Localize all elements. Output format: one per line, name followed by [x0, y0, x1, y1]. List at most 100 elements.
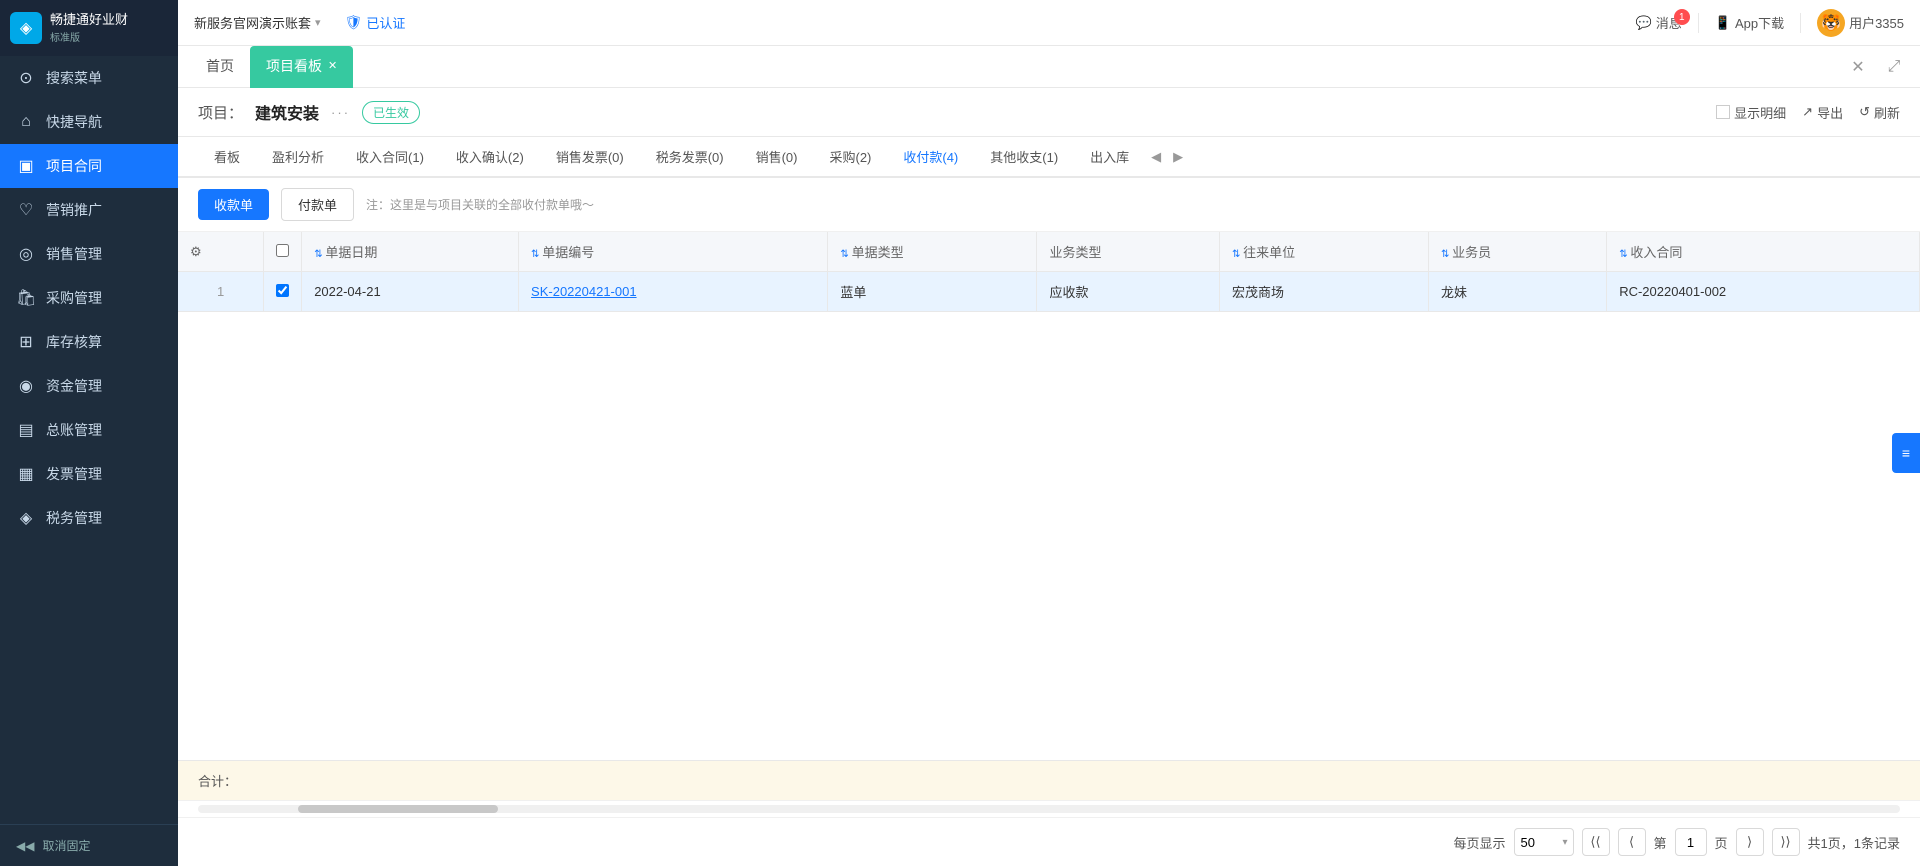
row-checkbox-0[interactable]: [276, 284, 289, 297]
col-header-number[interactable]: ⇅ 单据编号: [519, 232, 828, 272]
row-number-0[interactable]: SK-20220421-001: [519, 272, 828, 312]
col-header-income_contract[interactable]: ⇅ 收入合同: [1607, 232, 1920, 272]
sub-tab-label-income-contract: 收入合同(1): [356, 150, 424, 165]
project-name: 建筑安装: [255, 100, 319, 124]
page-label2: 页: [1715, 833, 1728, 852]
col-header-partner[interactable]: ⇅ 往来单位: [1219, 232, 1428, 272]
scroll-thumb[interactable]: [298, 805, 498, 813]
export-button[interactable]: ↗ 导出: [1802, 103, 1843, 122]
sub-tab-inout[interactable]: 出入库: [1074, 137, 1145, 178]
sidebar-item-search[interactable]: ⊙ 搜索菜单: [0, 56, 178, 100]
receipt-tab-button[interactable]: 收款单: [198, 189, 269, 220]
project-actions: 显示明细 ↗ 导出 ↺ 刷新: [1716, 103, 1900, 122]
sub-tab-tax-invoice[interactable]: 税务发票(0): [640, 137, 740, 178]
sub-tab-sales[interactable]: 销售(0): [740, 137, 814, 178]
expand-button[interactable]: ⤢: [1880, 53, 1908, 81]
prev-page-button[interactable]: ⟨: [1618, 828, 1646, 856]
sub-tab-other-expense[interactable]: 其他收支(1): [974, 137, 1074, 178]
next-page-button[interactable]: ⟩: [1736, 828, 1764, 856]
payment-tab-button[interactable]: 付款单: [281, 188, 354, 221]
col-header-gear[interactable]: ⚙: [178, 232, 264, 272]
sub-tab-kanban[interactable]: 看板: [198, 137, 256, 178]
user-label: 用户3355: [1849, 13, 1904, 32]
refresh-button[interactable]: ↺ 刷新: [1859, 103, 1900, 122]
project-more-button[interactable]: ···: [331, 105, 350, 120]
col-header-date[interactable]: ⇅ 单据日期: [302, 232, 519, 272]
tab-bar: 首页项目看板✕ ✕ ⤢: [178, 46, 1920, 88]
export-label: 导出: [1817, 103, 1843, 122]
show-detail-toggle[interactable]: 显示明细: [1716, 103, 1786, 122]
sidebar-item-tax[interactable]: ◈ 税务管理: [0, 496, 178, 540]
sort-icon-income_contract[interactable]: ⇅: [1619, 249, 1630, 260]
sort-icon-number[interactable]: ⇅: [531, 249, 542, 260]
select-all-checkbox[interactable]: [276, 244, 289, 257]
sidebar-item-inventory[interactable]: ⊞ 库存核算: [0, 320, 178, 364]
sidebar-icon-invoice: ▦: [16, 464, 36, 484]
sidebar-icon-tax: ◈: [16, 508, 36, 528]
sidebar-item-quick-nav[interactable]: ⌂ 快捷导航: [0, 100, 178, 144]
row-link-0[interactable]: SK-20220421-001: [531, 284, 637, 299]
sidebar-item-finance[interactable]: ◉ 资金管理: [0, 364, 178, 408]
first-page-button[interactable]: ⟨⟨: [1582, 828, 1610, 856]
close-tab-button[interactable]: ✕: [1844, 53, 1872, 81]
workspace-dropdown-icon[interactable]: ▾: [315, 16, 321, 29]
tab-home[interactable]: 首页: [190, 46, 250, 88]
message-button[interactable]: 💬 消息 1: [1636, 13, 1682, 32]
sub-tab-label-income-confirm: 收入确认(2): [456, 150, 524, 165]
tab-close-project-board[interactable]: ✕: [328, 59, 337, 72]
row-checkbox-cell[interactable]: [264, 272, 302, 312]
sub-tab-label-sales-invoice: 销售发票(0): [556, 150, 624, 165]
col-header-type[interactable]: ⇅ 单据类型: [828, 232, 1037, 272]
sort-icon-date[interactable]: ⇅: [314, 249, 325, 260]
last-page-button[interactable]: ⟩⟩: [1772, 828, 1800, 856]
sidebar-icon-project-contract: ▣: [16, 156, 36, 176]
sidebar-item-ledger[interactable]: ▤ 总账管理: [0, 408, 178, 452]
sub-tab-income-contract[interactable]: 收入合同(1): [340, 137, 440, 178]
sidebar-item-marketing[interactable]: ♡ 营销推广: [0, 188, 178, 232]
sidebar-icon-ledger: ▤: [16, 420, 36, 440]
sub-tab-profit[interactable]: 盈利分析: [256, 137, 340, 178]
sub-tab-sales-invoice[interactable]: 销售发票(0): [540, 137, 640, 178]
sidebar-icon-marketing: ♡: [16, 200, 36, 220]
sub-tab-next-arrow[interactable]: ▶: [1167, 141, 1189, 173]
app-download-button[interactable]: 📱 App下载: [1715, 13, 1784, 32]
table-wrapper: ⚙ ⇅ 单据日期⇅ 单据编号⇅ 单据类型业务类型⇅ 往来单位⇅ 业务员⇅ 收入合同…: [178, 232, 1920, 760]
col-header-biz_type: 业务类型: [1037, 232, 1220, 272]
content-area: 项目： 建筑安装 ··· 已生效 显示明细 ↗ 导出 ↺ 刷新: [178, 88, 1920, 866]
sidebar-item-project-contract[interactable]: ▣ 项目合同: [0, 144, 178, 188]
phone-icon: 📱: [1715, 15, 1731, 31]
sidebar-item-invoice[interactable]: ▦ 发票管理: [0, 452, 178, 496]
sort-icon-salesperson[interactable]: ⇅: [1441, 249, 1452, 260]
tab-label-home: 首页: [206, 56, 234, 76]
panel-note: 注：这里是与项目关联的全部收付款单哦～: [366, 196, 594, 213]
message-badge: 1: [1674, 9, 1690, 25]
sidebar-item-sales[interactable]: ◎ 销售管理: [0, 232, 178, 276]
floating-side-button[interactable]: ≡: [1892, 433, 1920, 473]
unpin-icon: ◀◀: [16, 839, 34, 853]
sidebar-icon-search: ⊙: [16, 68, 36, 88]
user-button[interactable]: 🐯 用户3355: [1817, 9, 1904, 37]
page-size-wrapper: 50 100 200 ▾: [1514, 828, 1574, 856]
show-detail-checkbox[interactable]: [1716, 105, 1730, 119]
topbar-divider-2: [1800, 13, 1801, 33]
sub-tab-receipt[interactable]: 收付款(4): [887, 137, 974, 178]
sub-tab-prev-arrow[interactable]: ◀: [1145, 141, 1167, 173]
gear-icon[interactable]: ⚙: [190, 244, 202, 259]
page-label: 第: [1654, 833, 1667, 852]
scroll-track[interactable]: [198, 805, 1900, 813]
sub-tab-purchase[interactable]: 采购(2): [813, 137, 887, 178]
table-row[interactable]: 1 2022-04-21 SK-20220421-001 蓝单 应收款 宏茂商场…: [178, 272, 1920, 312]
page-size-select[interactable]: 50 100 200: [1514, 828, 1574, 856]
sidebar-footer[interactable]: ◀◀ 取消固定: [0, 824, 178, 866]
sidebar-item-purchase[interactable]: 🛍 采购管理: [0, 276, 178, 320]
page-number-input[interactable]: [1675, 828, 1707, 856]
sub-tab-label-purchase: 采购(2): [829, 150, 871, 165]
row-salesperson-0: 龙妹: [1428, 272, 1606, 312]
certified-label: 已认证: [366, 13, 405, 32]
col-header-salesperson[interactable]: ⇅ 业务员: [1428, 232, 1606, 272]
sort-icon-type[interactable]: ⇅: [840, 249, 851, 260]
tab-project-board[interactable]: 项目看板✕: [250, 46, 353, 88]
main-content: 新服务官网演示账套 ▾ 🛡 已认证 💬 消息 1 📱 App下载 🐯 用户335…: [178, 0, 1920, 866]
sub-tab-income-confirm[interactable]: 收入确认(2): [440, 137, 540, 178]
sort-icon-partner[interactable]: ⇅: [1232, 249, 1243, 260]
